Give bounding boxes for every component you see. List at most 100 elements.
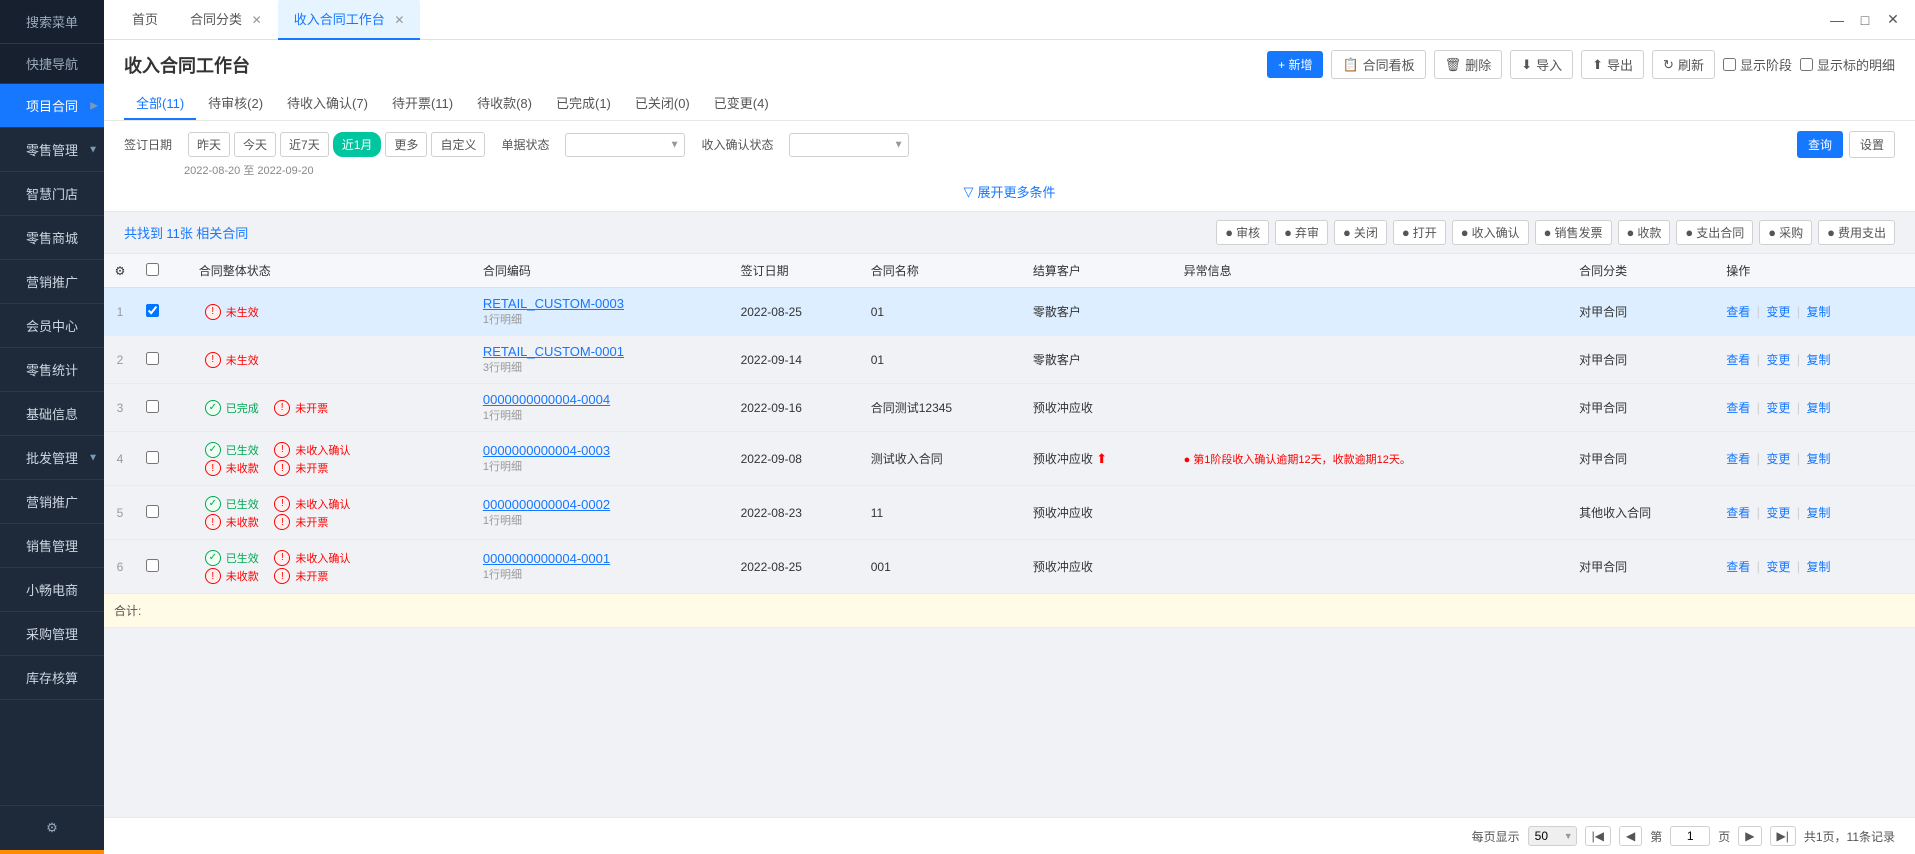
tbl-btn-expense[interactable]: ● 费用支出: [1818, 220, 1895, 245]
contract-link[interactable]: 0000000000004-0001: [483, 551, 610, 566]
op-copy[interactable]: 复制: [1806, 452, 1830, 466]
contract-link[interactable]: 0000000000004-0004: [483, 392, 610, 407]
tbl-btn-abandon[interactable]: ● 弃审: [1275, 220, 1328, 245]
row-checkbox[interactable]: [136, 288, 189, 336]
sidebar-item-xiaochu[interactable]: 小畅电商: [0, 568, 104, 612]
sidebar-item-retail-mgmt[interactable]: 零售管理: [0, 128, 104, 172]
row-checkbox[interactable]: [136, 336, 189, 384]
sidebar-item-purchase[interactable]: 采购管理: [0, 612, 104, 656]
tab-close-contract-type[interactable]: ✕: [252, 13, 262, 27]
sidebar-gear[interactable]: ⚙: [0, 805, 104, 850]
row-checkbox[interactable]: [136, 432, 189, 486]
btn-import[interactable]: ⬇ 导入: [1510, 50, 1573, 79]
op-view[interactable]: 查看: [1726, 305, 1750, 319]
op-copy[interactable]: 复制: [1806, 401, 1830, 415]
tbl-btn-out-contract[interactable]: ● 支出合同: [1676, 220, 1753, 245]
row-checkbox[interactable]: [136, 384, 189, 432]
contract-link[interactable]: 0000000000004-0002: [483, 497, 610, 512]
op-view[interactable]: 查看: [1726, 401, 1750, 415]
expand-more-btn[interactable]: ▽ 展开更多条件: [963, 182, 1055, 201]
btn-export[interactable]: ⬆ 导出: [1581, 50, 1644, 79]
tbl-btn-open[interactable]: ● 打开: [1393, 220, 1446, 245]
tab-home[interactable]: 首页: [116, 0, 174, 40]
filter-tab-all[interactable]: 全部(11): [124, 87, 196, 120]
date-btn-today[interactable]: 今天: [234, 132, 276, 157]
op-copy[interactable]: 复制: [1806, 506, 1830, 520]
page-input[interactable]: [1670, 826, 1710, 846]
btn-refresh[interactable]: ↻ 刷新: [1652, 50, 1715, 79]
per-page-select[interactable]: 50 100: [1528, 826, 1577, 846]
setting-btn[interactable]: 设置: [1849, 131, 1895, 158]
tab-income-workbench[interactable]: 收入合同工作台 ✕: [278, 0, 421, 40]
page-last[interactable]: ▶|: [1770, 826, 1796, 846]
op-view[interactable]: 查看: [1726, 353, 1750, 367]
date-btn-custom[interactable]: 自定义: [431, 132, 485, 157]
contract-link[interactable]: RETAIL_CUSTOM-0001: [483, 344, 624, 359]
tbl-btn-sales-invoice[interactable]: ● 销售发票: [1535, 220, 1612, 245]
op-edit[interactable]: 变更: [1766, 305, 1790, 319]
page-prev[interactable]: ◀: [1619, 826, 1642, 846]
filter-tab-pending-income-confirm[interactable]: 待收入确认(7): [275, 87, 380, 120]
th-checkbox[interactable]: [136, 254, 189, 288]
date-btn-more[interactable]: 更多: [385, 132, 427, 157]
op-edit[interactable]: 变更: [1766, 401, 1790, 415]
op-edit[interactable]: 变更: [1766, 452, 1790, 466]
filter-tab-completed[interactable]: 已完成(1): [544, 87, 623, 120]
tbl-btn-income-confirm[interactable]: ● 收入确认: [1452, 220, 1529, 245]
tbl-btn-purchase[interactable]: ● 采购: [1759, 220, 1812, 245]
sidebar-item-basic-info[interactable]: 基础信息: [0, 392, 104, 436]
sidebar-search[interactable]: 搜索菜单: [0, 0, 104, 44]
tbl-btn-review[interactable]: ● 审核: [1216, 220, 1269, 245]
sidebar-item-wholesale[interactable]: 批发管理: [0, 436, 104, 480]
win-minimize[interactable]: —: [1827, 10, 1847, 30]
filter-tab-closed[interactable]: 已关闭(0): [623, 87, 702, 120]
op-copy[interactable]: 复制: [1806, 353, 1830, 367]
show-detail-checkbox[interactable]: [1800, 58, 1813, 71]
sidebar-item-member[interactable]: 会员中心: [0, 304, 104, 348]
income-confirm-select[interactable]: [789, 133, 909, 157]
op-view[interactable]: 查看: [1726, 452, 1750, 466]
contract-link[interactable]: RETAIL_CUSTOM-0003: [483, 296, 624, 311]
op-edit[interactable]: 变更: [1766, 353, 1790, 367]
row-checkbox[interactable]: [136, 486, 189, 540]
contract-link[interactable]: 0000000000004-0003: [483, 443, 610, 458]
th-settings[interactable]: ⚙: [104, 254, 136, 288]
date-btn-last1m[interactable]: 近1月: [333, 132, 382, 157]
tbl-btn-close[interactable]: ● 关闭: [1334, 220, 1387, 245]
win-close[interactable]: ✕: [1883, 10, 1903, 30]
btn-new[interactable]: + 新增: [1267, 51, 1323, 78]
query-btn[interactable]: 查询: [1797, 131, 1843, 158]
tab-close-income-workbench[interactable]: ✕: [394, 13, 404, 27]
filter-tab-pending-payment[interactable]: 待收款(8): [465, 87, 544, 120]
page-next[interactable]: ▶: [1738, 826, 1761, 846]
filter-tab-pending-invoice[interactable]: 待开票(11): [380, 87, 465, 120]
doc-status-select[interactable]: [565, 133, 685, 157]
tab-contract-type[interactable]: 合同分类 ✕: [174, 0, 278, 40]
btn-delete[interactable]: 🗑 删除: [1434, 50, 1503, 79]
sidebar-item-sales-mgmt[interactable]: 销售管理: [0, 524, 104, 568]
op-copy[interactable]: 复制: [1806, 305, 1830, 319]
sidebar-item-mkt-promo2[interactable]: 营销推广: [0, 480, 104, 524]
op-edit[interactable]: 变更: [1766, 506, 1790, 520]
row-checkbox[interactable]: [136, 540, 189, 594]
sidebar-item-retail-stat[interactable]: 零售统计: [0, 348, 104, 392]
sidebar-item-smart-store[interactable]: 智慧门店: [0, 172, 104, 216]
select-all-checkbox[interactable]: [146, 263, 159, 276]
op-edit[interactable]: 变更: [1766, 560, 1790, 574]
date-btn-yesterday[interactable]: 昨天: [188, 132, 230, 157]
op-copy[interactable]: 复制: [1806, 560, 1830, 574]
tbl-btn-payment[interactable]: ● 收款: [1618, 220, 1671, 245]
show-stage-checkbox[interactable]: [1723, 58, 1736, 71]
sidebar-item-inventory[interactable]: 库存核算: [0, 656, 104, 700]
op-view[interactable]: 查看: [1726, 506, 1750, 520]
op-view[interactable]: 查看: [1726, 560, 1750, 574]
btn-contract-board[interactable]: 📋 合同看板: [1331, 50, 1425, 79]
win-maximize[interactable]: □: [1855, 10, 1875, 30]
page-first[interactable]: |◀: [1585, 826, 1611, 846]
filter-tab-pending-review[interactable]: 待审核(2): [196, 87, 275, 120]
sidebar-item-retail-mall[interactable]: 零售商城: [0, 216, 104, 260]
sidebar-item-mkt-promo[interactable]: 营销推广: [0, 260, 104, 304]
sidebar-item-project[interactable]: 项目合同: [0, 84, 104, 128]
date-btn-last7d[interactable]: 近7天: [280, 132, 329, 157]
filter-tab-changed[interactable]: 已变更(4): [702, 87, 781, 120]
